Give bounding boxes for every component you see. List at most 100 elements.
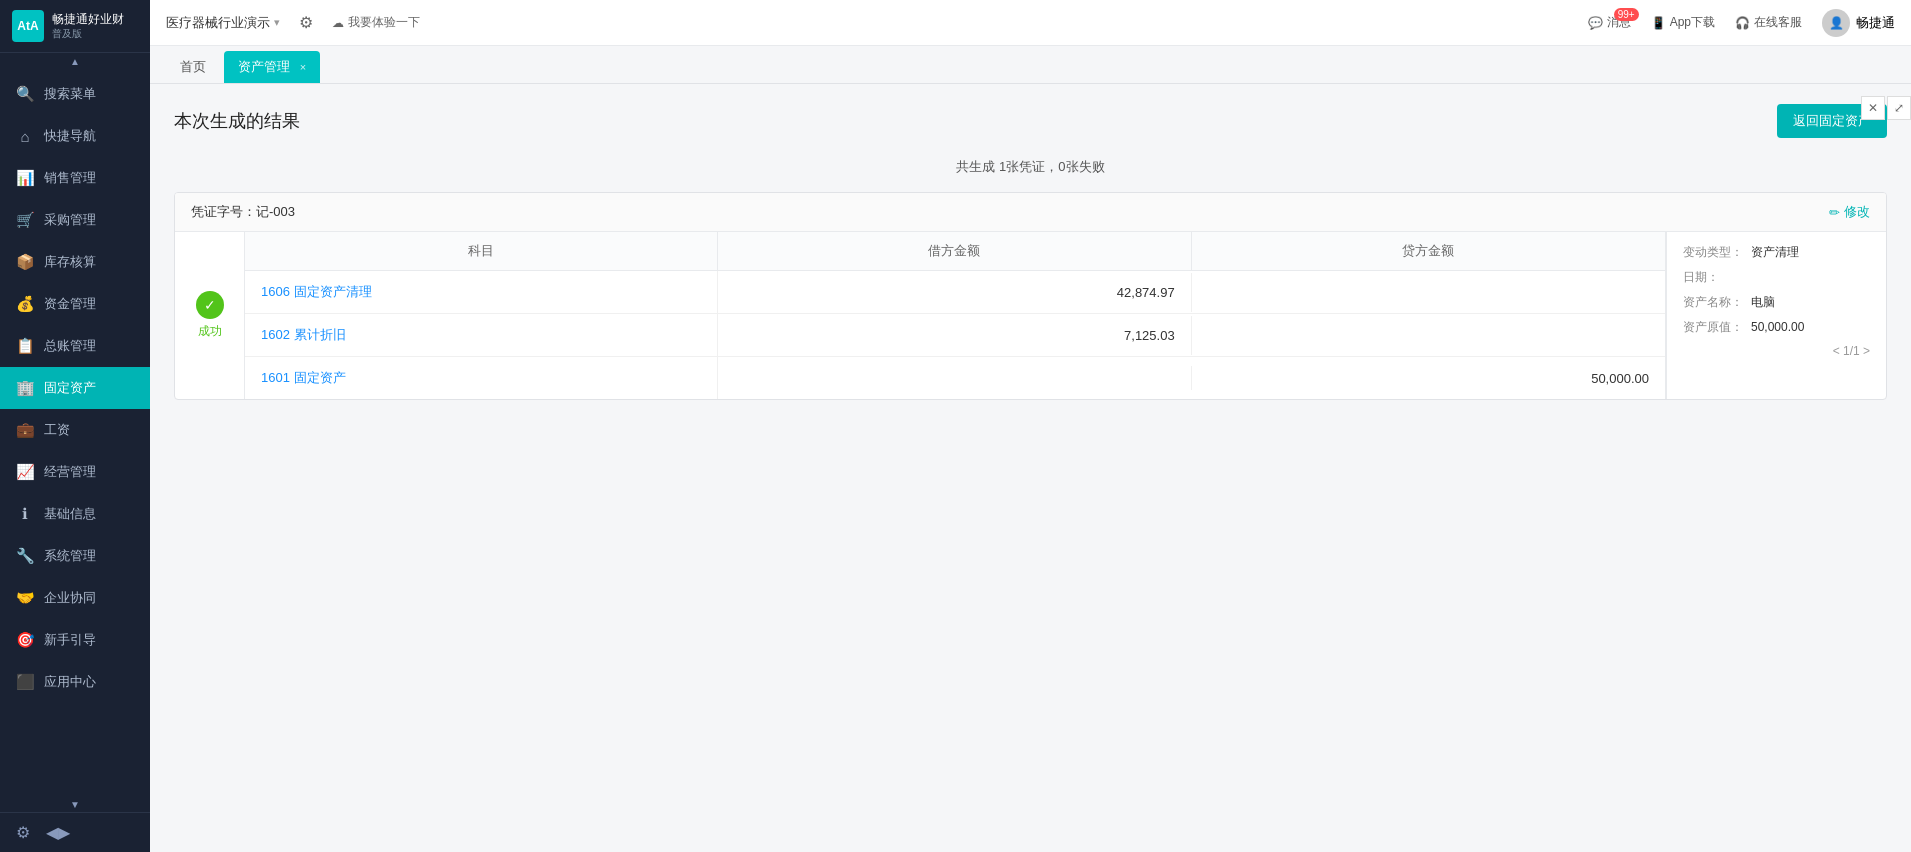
online-service-button[interactable]: 🎧 在线客服 bbox=[1735, 14, 1802, 31]
sidebar-item-label: 固定资产 bbox=[44, 379, 96, 397]
username: 畅捷通 bbox=[1856, 14, 1895, 32]
sidebar-item-label: 经营管理 bbox=[44, 463, 96, 481]
col-credit: 贷方金额 bbox=[1192, 232, 1665, 270]
experience-button[interactable]: ☁ 我要体验一下 bbox=[332, 14, 420, 31]
scroll-down[interactable]: ▼ bbox=[0, 796, 150, 812]
table-row: 1601 固定资产 50,000.00 bbox=[245, 357, 1665, 399]
basic-info-icon: ℹ bbox=[16, 505, 34, 523]
company-selector[interactable]: 医疗器械行业演示 ▾ bbox=[166, 14, 280, 32]
sidebar-item-label: 总账管理 bbox=[44, 337, 96, 355]
message-icon: 💬 bbox=[1588, 16, 1603, 30]
ledger-icon: 📋 bbox=[16, 337, 34, 355]
app-edition: 普及版 bbox=[52, 27, 124, 41]
tab-asset-management[interactable]: 资产管理 × bbox=[224, 51, 320, 83]
original-value-row: 资产原值： 50,000.00 bbox=[1683, 319, 1870, 336]
credit-3: 50,000.00 bbox=[1192, 359, 1665, 398]
sidebar-item-basic-info[interactable]: ℹ 基础信息 bbox=[0, 493, 150, 535]
sidebar-item-apps[interactable]: ⬛ 应用中心 bbox=[0, 661, 150, 703]
debit-2: 7,125.03 bbox=[718, 316, 1191, 355]
sidebar-item-enterprise[interactable]: 🤝 企业协同 bbox=[0, 577, 150, 619]
voucher-header: 凭证字号：记-003 ✏ 修改 bbox=[175, 193, 1886, 232]
voucher-card: 凭证字号：记-003 ✏ 修改 ✓ 成功 科目 借方金额 贷方金额 bbox=[174, 192, 1887, 400]
inventory-icon: 📦 bbox=[16, 253, 34, 271]
tab-home[interactable]: 首页 bbox=[166, 51, 220, 83]
user-menu[interactable]: 👤 畅捷通 bbox=[1822, 9, 1895, 37]
sidebar-item-payroll[interactable]: 💼 工资 bbox=[0, 409, 150, 451]
tab-close-icon[interactable]: × bbox=[300, 61, 306, 73]
app-name: 畅捷通好业财 bbox=[52, 11, 124, 28]
sidebar-item-ledger[interactable]: 📋 总账管理 bbox=[0, 325, 150, 367]
enterprise-icon: 🤝 bbox=[16, 589, 34, 607]
sidebar-item-label: 工资 bbox=[44, 421, 70, 439]
topbar-settings-button[interactable]: ⚙ bbox=[292, 9, 320, 37]
sidebar-item-label: 搜索菜单 bbox=[44, 85, 96, 103]
account-3[interactable]: 1601 固定资产 bbox=[245, 357, 718, 399]
chevron-down-icon: ▾ bbox=[274, 16, 280, 29]
change-type-value: 资产清理 bbox=[1751, 244, 1799, 261]
asset-name-value: 电脑 bbox=[1751, 294, 1775, 311]
messages-button[interactable]: 💬 消息 99+ bbox=[1588, 14, 1631, 31]
sidebar-item-search[interactable]: 🔍 搜索菜单 bbox=[0, 73, 150, 115]
sidebar-item-system[interactable]: 🔧 系统管理 bbox=[0, 535, 150, 577]
app-download-label: App下载 bbox=[1670, 14, 1715, 31]
finance-icon: 💰 bbox=[16, 295, 34, 313]
original-value-value: 50,000.00 bbox=[1751, 320, 1804, 334]
sidebar-item-quick-nav[interactable]: ⌂ 快捷导航 bbox=[0, 115, 150, 157]
sidebar-item-purchase[interactable]: 🛒 采购管理 bbox=[0, 199, 150, 241]
sidebar-item-label: 新手引导 bbox=[44, 631, 96, 649]
sidebar-item-label: 企业协同 bbox=[44, 589, 96, 607]
sidebar-item-sales[interactable]: 📊 销售管理 bbox=[0, 157, 150, 199]
scroll-up[interactable]: ▲ bbox=[0, 53, 150, 69]
voucher-table: 科目 借方金额 贷方金额 1606 固定资产清理 42,874.97 1602 … bbox=[245, 232, 1666, 399]
pagination[interactable]: < 1/1 > bbox=[1683, 344, 1870, 358]
table-row: 1602 累计折旧 7,125.03 bbox=[245, 314, 1665, 357]
table-header: 科目 借方金额 贷方金额 bbox=[245, 232, 1665, 271]
credit-2 bbox=[1192, 323, 1665, 347]
avatar: 👤 bbox=[1822, 9, 1850, 37]
account-1[interactable]: 1606 固定资产清理 bbox=[245, 271, 718, 313]
debit-1: 42,874.97 bbox=[718, 273, 1191, 312]
search-icon: 🔍 bbox=[16, 85, 34, 103]
change-type-row: 变动类型： 资产清理 bbox=[1683, 244, 1870, 261]
sidebar-item-finance[interactable]: 💰 资金管理 bbox=[0, 283, 150, 325]
sidebar-item-guide[interactable]: 🎯 新手引导 bbox=[0, 619, 150, 661]
topbar: 医疗器械行业演示 ▾ ⚙ ☁ 我要体验一下 💬 消息 99+ 📱 App下载 🎧… bbox=[150, 0, 1911, 46]
sidebar-nav: 🔍 搜索菜单 ⌂ 快捷导航 📊 销售管理 🛒 采购管理 📦 库存核算 💰 资金管… bbox=[0, 69, 150, 796]
sidebar-item-label: 系统管理 bbox=[44, 547, 96, 565]
sales-icon: 📊 bbox=[16, 169, 34, 187]
expand-panel-button[interactable]: ⤢ bbox=[1887, 96, 1911, 120]
app-download-button[interactable]: 📱 App下载 bbox=[1651, 14, 1715, 31]
sidebar-bottom: ⚙ ◀▶ bbox=[0, 812, 150, 852]
system-icon: 🔧 bbox=[16, 547, 34, 565]
debit-3 bbox=[718, 366, 1191, 390]
apps-icon: ⬛ bbox=[16, 673, 34, 691]
sidebar-item-fixed-assets[interactable]: 🏢 固定资产 bbox=[0, 367, 150, 409]
voucher-edit-button[interactable]: ✏ 修改 bbox=[1829, 203, 1870, 221]
sidebar-logo: AtA 畅捷通好业财 普及版 bbox=[0, 0, 150, 53]
cloud-icon: ☁ bbox=[332, 16, 344, 30]
col-account: 科目 bbox=[245, 232, 718, 270]
sidebar-item-operations[interactable]: 📈 经营管理 bbox=[0, 451, 150, 493]
sidebar-item-label: 采购管理 bbox=[44, 211, 96, 229]
asset-name-row: 资产名称： 电脑 bbox=[1683, 294, 1870, 311]
page-title: 本次生成的结果 bbox=[174, 109, 300, 133]
original-value-label: 资产原值： bbox=[1683, 319, 1743, 336]
download-icon: 📱 bbox=[1651, 16, 1666, 30]
sidebar-toggle-icon[interactable]: ◀▶ bbox=[46, 823, 70, 842]
payroll-icon: 💼 bbox=[16, 421, 34, 439]
guide-icon: 🎯 bbox=[16, 631, 34, 649]
purchase-icon: 🛒 bbox=[16, 211, 34, 229]
success-icon: ✓ bbox=[196, 291, 224, 319]
col-debit: 借方金额 bbox=[718, 232, 1191, 270]
edit-icon: ✏ bbox=[1829, 205, 1840, 220]
sidebar-item-inventory[interactable]: 📦 库存核算 bbox=[0, 241, 150, 283]
gear-icon: ⚙ bbox=[299, 13, 313, 32]
credit-1 bbox=[1192, 280, 1665, 304]
status-text: 成功 bbox=[198, 323, 222, 340]
date-row: 日期： bbox=[1683, 269, 1870, 286]
close-panel-button[interactable]: ✕ bbox=[1861, 96, 1885, 120]
topbar-actions: 💬 消息 99+ 📱 App下载 🎧 在线客服 👤 畅捷通 bbox=[1588, 9, 1895, 37]
account-2[interactable]: 1602 累计折旧 bbox=[245, 314, 718, 356]
sidebar-settings-icon[interactable]: ⚙ bbox=[16, 823, 30, 842]
sidebar-item-label: 库存核算 bbox=[44, 253, 96, 271]
